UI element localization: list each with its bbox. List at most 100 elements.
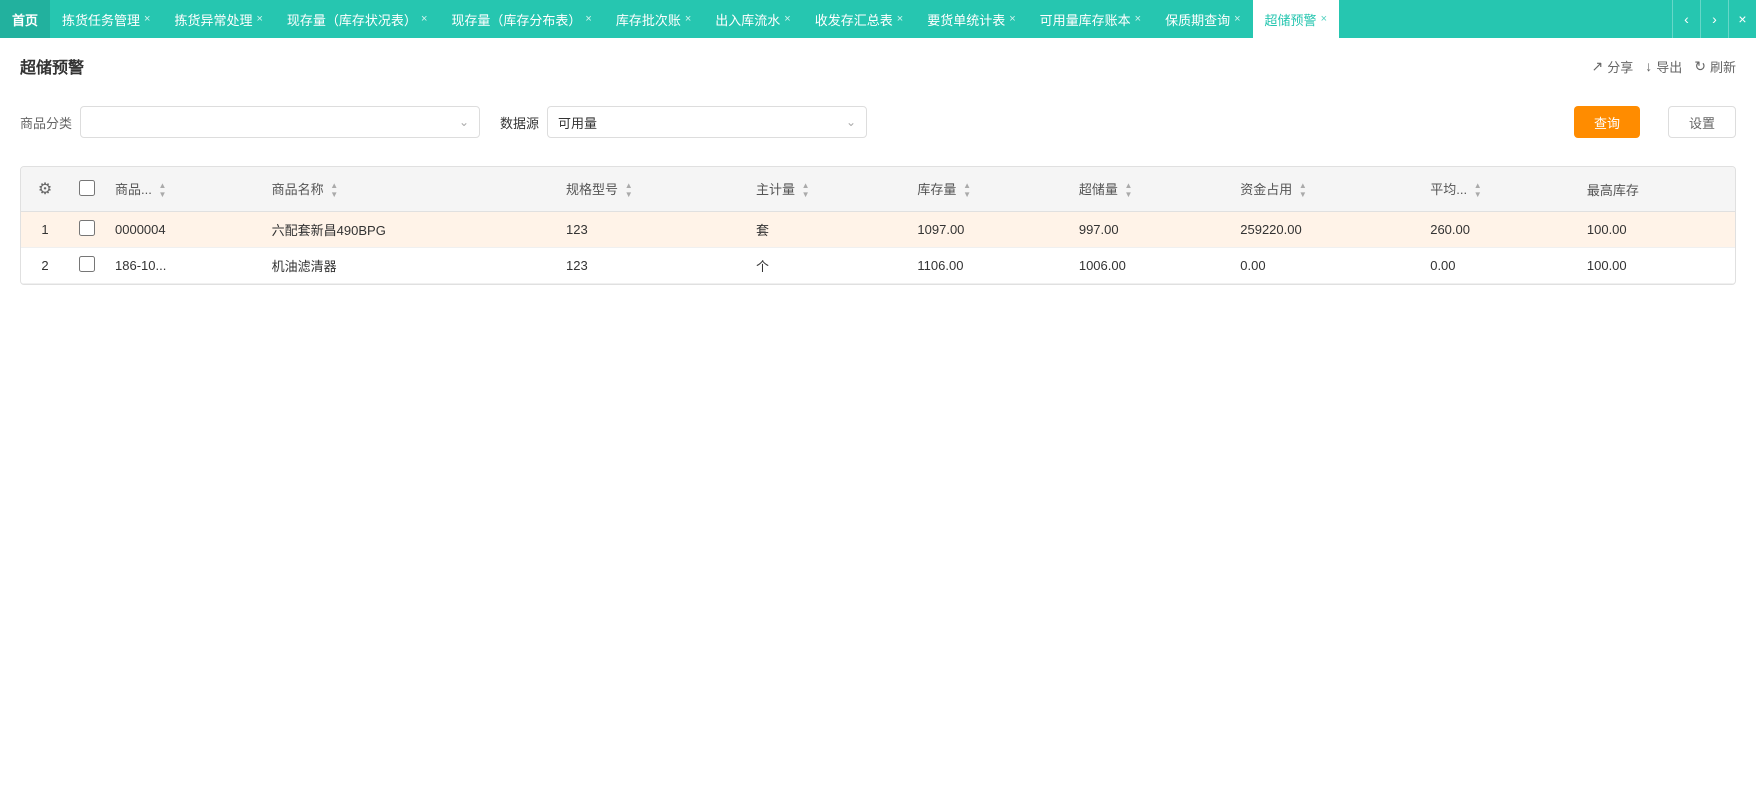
refresh-icon: ↻ — [1694, 58, 1706, 75]
row-product-name: 机油滤清器 — [262, 248, 556, 284]
nav-available-ledger[interactable]: 可用量库存账本 × — [1028, 0, 1153, 38]
nav-close-flow[interactable]: × — [784, 13, 790, 25]
row-product-code: 0000004 — [105, 212, 262, 248]
nav-summary-table[interactable]: 收发存汇总表 × — [803, 0, 915, 38]
export-icon: ↓ — [1645, 58, 1652, 74]
row-overstock: 997.00 — [1069, 212, 1230, 248]
nav-order-stats[interactable]: 要货单统计表 × — [915, 0, 1027, 38]
share-button[interactable]: ↗ 分享 — [1591, 57, 1633, 76]
settings-button[interactable]: 设置 — [1668, 106, 1736, 138]
sort-product-name-icon: ▲▼ — [330, 181, 338, 199]
nav-arrows: ‹ › × — [1672, 0, 1756, 38]
share-icon: ↗ — [1591, 58, 1603, 75]
row-capital: 0.00 — [1230, 248, 1420, 284]
nav-arrow-close[interactable]: × — [1728, 0, 1756, 38]
col-unit[interactable]: 主计量 ▲▼ — [746, 167, 907, 212]
nav-task-mgmt[interactable]: 拣货任务管理 × — [50, 0, 162, 38]
page-header: 超储预警 ↗ 分享 ↓ 导出 ↻ 刷新 — [20, 54, 1736, 78]
select-all-checkbox[interactable] — [79, 180, 95, 196]
nav-home[interactable]: 首页 — [0, 0, 50, 38]
row-checkbox[interactable] — [79, 256, 95, 272]
sort-spec-icon: ▲▼ — [625, 181, 633, 199]
datasource-value: 可用量 — [558, 113, 597, 132]
nav-close-shelf-life[interactable]: × — [1234, 13, 1240, 25]
nav-arrow-left[interactable]: ‹ — [1672, 0, 1700, 38]
row-unit: 套 — [746, 212, 907, 248]
nav-arrow-right[interactable]: › — [1700, 0, 1728, 38]
chevron-down-icon: ⌄ — [459, 115, 469, 129]
sort-capital-icon: ▲▼ — [1299, 181, 1307, 199]
col-spec[interactable]: 规格型号 ▲▼ — [556, 167, 746, 212]
sort-product-code-icon: ▲▼ — [158, 181, 166, 199]
datasource-select[interactable]: 可用量 ⌄ — [547, 106, 867, 138]
nav-close-available[interactable]: × — [1135, 13, 1141, 25]
nav-close-exception[interactable]: × — [256, 13, 262, 25]
col-product-name[interactable]: 商品名称 ▲▼ — [262, 167, 556, 212]
nav-close-inventory-dist[interactable]: × — [585, 13, 591, 25]
table-row: 2 186-10... 机油滤清器 123 个 1106.00 1006.00 … — [21, 248, 1735, 284]
page-content: 超储预警 ↗ 分享 ↓ 导出 ↻ 刷新 商品分类 ⌄ 数据源 — [0, 38, 1756, 800]
row-num: 1 — [21, 212, 69, 248]
filter-area: 商品分类 ⌄ 数据源 可用量 ⌄ 查询 设置 — [20, 94, 1736, 150]
row-max-stock: 100.00 — [1577, 248, 1735, 284]
col-stock[interactable]: 库存量 ▲▼ — [907, 167, 1068, 212]
nav-flow-record[interactable]: 出入库流水 × — [703, 0, 802, 38]
datasource-chevron-icon: ⌄ — [846, 115, 856, 129]
row-overstock: 1006.00 — [1069, 248, 1230, 284]
row-unit: 个 — [746, 248, 907, 284]
nav-close-order-stats[interactable]: × — [1009, 13, 1015, 25]
row-checkbox-cell — [69, 248, 105, 284]
row-product-code: 186-10... — [105, 248, 262, 284]
row-avg: 260.00 — [1420, 212, 1577, 248]
sort-overstock-icon: ▲▼ — [1124, 181, 1132, 199]
row-spec: 123 — [556, 212, 746, 248]
gear-icon[interactable]: ⚙ — [31, 175, 59, 203]
category-filter: 商品分类 ⌄ — [20, 106, 480, 138]
sort-unit-icon: ▲▼ — [802, 181, 810, 199]
row-capital: 259220.00 — [1230, 212, 1420, 248]
col-checkbox — [69, 167, 105, 212]
nav-close-overstock[interactable]: × — [1321, 13, 1327, 25]
nav-inventory-status[interactable]: 现存量（库存状况表） × — [275, 0, 439, 38]
export-button[interactable]: ↓ 导出 — [1645, 57, 1682, 76]
nav-close-summary[interactable]: × — [897, 13, 903, 25]
top-nav: 首页 拣货任务管理 × 拣货异常处理 × 现存量（库存状况表） × 现存量（库存… — [0, 0, 1756, 38]
row-stock: 1106.00 — [907, 248, 1068, 284]
col-capital[interactable]: 资金占用 ▲▼ — [1230, 167, 1420, 212]
refresh-button[interactable]: ↻ 刷新 — [1694, 57, 1736, 76]
col-product-code[interactable]: 商品... ▲▼ — [105, 167, 262, 212]
col-max-stock: 最高库存 — [1577, 167, 1735, 212]
datasource-label: 数据源 — [500, 113, 539, 132]
row-num: 2 — [21, 248, 69, 284]
datasource-filter: 数据源 可用量 ⌄ — [500, 106, 867, 138]
sort-stock-icon: ▲▼ — [963, 181, 971, 199]
data-table: ⚙ 商品... ▲▼ 商品名称 ▲▼ 规格型号 ▲▼ — [21, 167, 1735, 284]
query-button[interactable]: 查询 — [1574, 106, 1640, 138]
col-settings: ⚙ — [21, 167, 69, 212]
row-avg: 0.00 — [1420, 248, 1577, 284]
nav-shelf-life[interactable]: 保质期查询 × — [1153, 0, 1252, 38]
row-checkbox-cell — [69, 212, 105, 248]
nav-batch-account[interactable]: 库存批次账 × — [604, 0, 703, 38]
page-title: 超储预警 — [20, 54, 84, 78]
col-overstock[interactable]: 超储量 ▲▼ — [1069, 167, 1230, 212]
table-container: ⚙ 商品... ▲▼ 商品名称 ▲▼ 规格型号 ▲▼ — [20, 166, 1736, 285]
nav-close-task-mgmt[interactable]: × — [144, 13, 150, 25]
nav-inventory-dist[interactable]: 现存量（库存分布表） × — [439, 0, 603, 38]
nav-close-inventory-status[interactable]: × — [421, 13, 427, 25]
row-stock: 1097.00 — [907, 212, 1068, 248]
nav-close-batch[interactable]: × — [685, 13, 691, 25]
table-header-row: ⚙ 商品... ▲▼ 商品名称 ▲▼ 规格型号 ▲▼ — [21, 167, 1735, 212]
header-actions: ↗ 分享 ↓ 导出 ↻ 刷新 — [1591, 57, 1736, 76]
category-select[interactable]: ⌄ — [80, 106, 480, 138]
category-label: 商品分类 — [20, 113, 72, 132]
sort-avg-icon: ▲▼ — [1474, 181, 1482, 199]
row-product-name: 六配套新昌490BPG — [262, 212, 556, 248]
row-spec: 123 — [556, 248, 746, 284]
col-avg[interactable]: 平均... ▲▼ — [1420, 167, 1577, 212]
row-max-stock: 100.00 — [1577, 212, 1735, 248]
nav-exception-handle[interactable]: 拣货异常处理 × — [162, 0, 274, 38]
row-checkbox[interactable] — [79, 220, 95, 236]
table-row: 1 0000004 六配套新昌490BPG 123 套 1097.00 997.… — [21, 212, 1735, 248]
nav-overstock-warning[interactable]: 超储预警 × — [1253, 0, 1339, 38]
